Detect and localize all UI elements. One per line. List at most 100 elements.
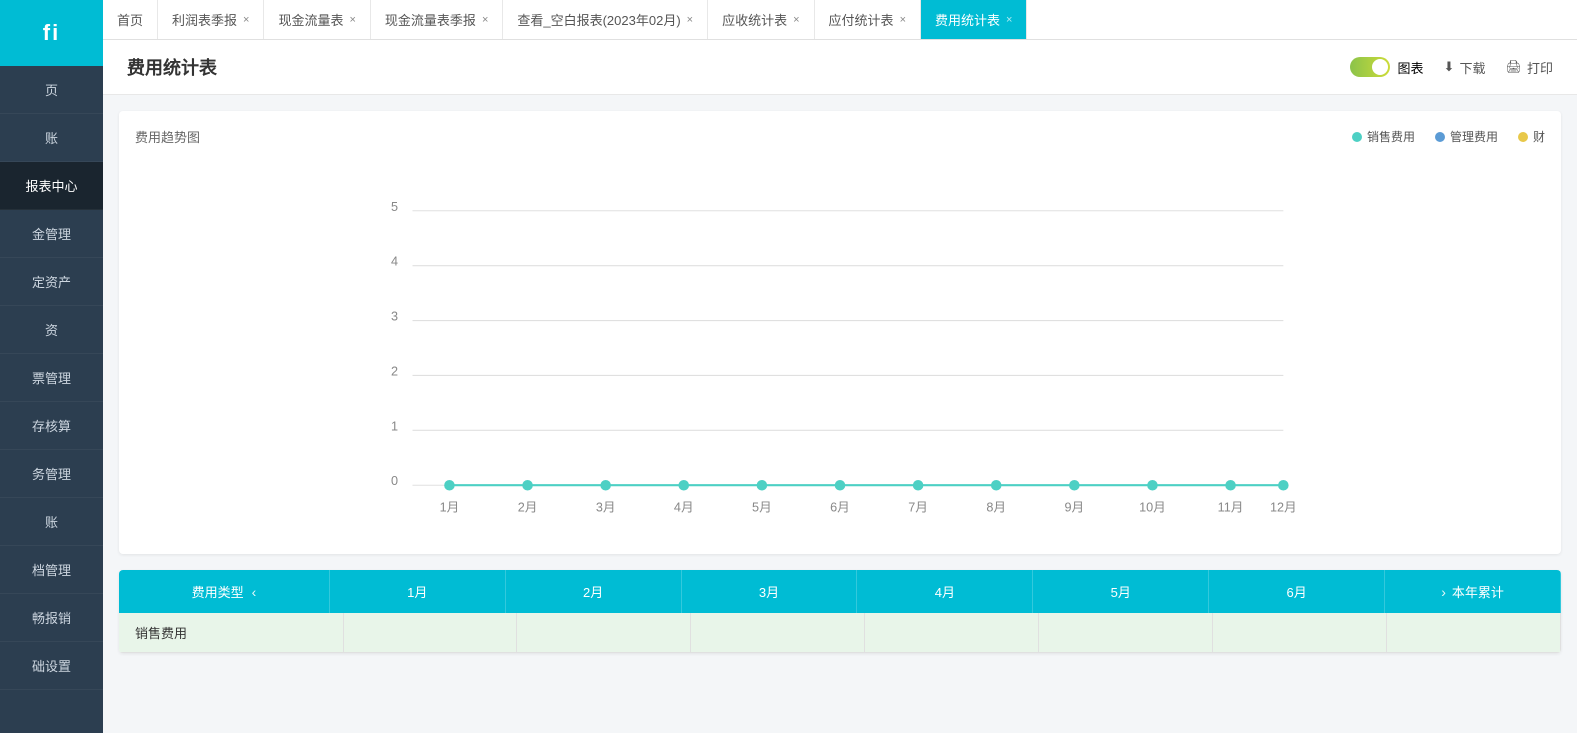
page-content: 费用统计表 图表 ⬇ 下载 🖨 打印 费用趋势图: [103, 40, 1577, 733]
legend-dot-finance: [1518, 132, 1528, 142]
close-icon[interactable]: ×: [1006, 14, 1012, 26]
tab-receivable-label: 应收统计表: [722, 10, 787, 29]
toggle-label: 图表: [1398, 58, 1424, 77]
data-point: [913, 480, 924, 491]
close-icon[interactable]: ×: [687, 14, 693, 26]
tab-blank-report[interactable]: 查看_空白报表(2023年02月) ×: [503, 0, 708, 39]
line-chart-svg: 0 1 2 3 4 5 1月 2月 3月: [135, 158, 1545, 538]
page-header: 费用统计表 图表 ⬇ 下载 🖨 打印: [103, 40, 1577, 95]
legend-management-label: 管理费用: [1450, 128, 1498, 145]
svg-text:0: 0: [391, 474, 398, 488]
close-icon[interactable]: ×: [900, 14, 906, 26]
main-content: 首页 利润表季报 × 现金流量表 × 现金流量表季报 × 查看_空白报表(202…: [103, 0, 1577, 733]
chart-header: 费用趋势图 销售费用 管理费用 财: [135, 127, 1545, 146]
data-point: [679, 480, 690, 491]
download-icon: ⬇: [1444, 59, 1455, 75]
prev-month-button[interactable]: ‹: [252, 584, 257, 600]
chart-toggle[interactable]: [1350, 57, 1390, 77]
td-m5: [1039, 613, 1213, 652]
sidebar-item-ledger[interactable]: 账: [0, 498, 103, 546]
td-m4: [865, 613, 1039, 652]
tab-cashflow[interactable]: 现金流量表 ×: [264, 0, 370, 39]
sidebar-logo: fi: [0, 0, 103, 66]
th-type-label: 费用类型: [192, 582, 244, 601]
data-point: [835, 480, 846, 491]
data-point: [444, 480, 455, 491]
th-m4: 4月: [857, 570, 1033, 613]
legend-sales: 销售费用: [1352, 128, 1415, 145]
tab-blank-report-label: 查看_空白报表(2023年02月): [517, 10, 680, 29]
tab-expense[interactable]: 费用统计表 ×: [921, 0, 1027, 39]
svg-text:10月: 10月: [1139, 501, 1166, 515]
tab-profit[interactable]: 利润表季报 ×: [158, 0, 264, 39]
legend-dot-management: [1435, 132, 1445, 142]
svg-text:7月: 7月: [908, 501, 928, 515]
sidebar-item-invest[interactable]: 资: [0, 306, 103, 354]
legend-finance: 财: [1518, 128, 1545, 145]
tabs-bar: 首页 利润表季报 × 现金流量表 × 现金流量表季报 × 查看_空白报表(202…: [103, 0, 1577, 40]
next-month-button[interactable]: ›: [1441, 584, 1446, 600]
td-m1: [344, 613, 518, 652]
data-point: [600, 480, 611, 491]
svg-text:1月: 1月: [440, 501, 460, 515]
sidebar-item-report[interactable]: 报表中心: [0, 162, 103, 210]
chart-title: 费用趋势图: [135, 127, 200, 146]
svg-text:8月: 8月: [986, 501, 1006, 515]
td-type: 销售费用: [119, 613, 344, 652]
td-ytd: [1387, 613, 1561, 652]
header-actions: 图表 ⬇ 下载 🖨 打印: [1350, 57, 1553, 77]
table-header-row: 费用类型 ‹ 1月 2月 3月 4月 5月 6月 › 本年累计: [119, 570, 1561, 613]
sidebar-item-archive[interactable]: 档管理: [0, 546, 103, 594]
print-label: 打印: [1527, 58, 1553, 77]
tab-payable[interactable]: 应付统计表 ×: [815, 0, 921, 39]
th-type: 费用类型 ‹: [119, 570, 330, 613]
chart-container: 0 1 2 3 4 5 1月 2月 3月: [135, 158, 1545, 538]
page-title: 费用统计表: [127, 54, 217, 80]
svg-text:4月: 4月: [674, 501, 694, 515]
th-m5: 5月: [1033, 570, 1209, 613]
legend-management: 管理费用: [1435, 128, 1498, 145]
sidebar-item-account[interactable]: 账: [0, 114, 103, 162]
svg-text:2月: 2月: [518, 501, 538, 515]
sidebar: fi 页 账 报表中心 金管理 定资产 资 票管理 存核算 务管理 账 档管理 …: [0, 0, 103, 733]
sidebar-item-settings[interactable]: 础设置: [0, 642, 103, 690]
close-icon[interactable]: ×: [243, 14, 249, 26]
tab-cashflow-quarter-label: 现金流量表季报: [385, 10, 476, 29]
svg-text:11月: 11月: [1218, 501, 1244, 515]
th-ytd: › 本年累计: [1385, 570, 1561, 613]
svg-text:4: 4: [391, 255, 398, 269]
print-button[interactable]: 🖨 打印: [1505, 58, 1553, 77]
tab-cashflow-label: 现金流量表: [278, 10, 343, 29]
sidebar-item-inventory[interactable]: 存核算: [0, 402, 103, 450]
data-point: [1069, 480, 1080, 491]
tab-cashflow-quarter[interactable]: 现金流量表季报 ×: [371, 0, 503, 39]
close-icon[interactable]: ×: [482, 14, 488, 26]
sidebar-item-service[interactable]: 务管理: [0, 450, 103, 498]
close-icon[interactable]: ×: [349, 14, 355, 26]
data-point: [522, 480, 533, 491]
th-m6-label: 6月: [1287, 585, 1307, 600]
sidebar-item-invoice[interactable]: 票管理: [0, 354, 103, 402]
svg-text:3月: 3月: [596, 501, 616, 515]
download-button[interactable]: ⬇ 下载: [1444, 58, 1486, 77]
th-m3: 3月: [682, 570, 858, 613]
th-m1: 1月: [330, 570, 506, 613]
table-row: 销售费用: [119, 613, 1561, 653]
tab-profit-label: 利润表季报: [172, 10, 237, 29]
sidebar-item-cancel[interactable]: 畅报销: [0, 594, 103, 642]
sidebar-item-asset[interactable]: 定资产: [0, 258, 103, 306]
legend-dot-sales: [1352, 132, 1362, 142]
svg-text:5月: 5月: [752, 501, 772, 515]
legend-sales-label: 销售费用: [1367, 128, 1415, 145]
sidebar-item-home[interactable]: 页: [0, 66, 103, 114]
chart-legend: 销售费用 管理费用 财: [1352, 128, 1545, 145]
svg-text:3: 3: [391, 310, 398, 324]
svg-text:1: 1: [391, 419, 398, 433]
print-icon: 🖨: [1505, 59, 1522, 75]
sidebar-item-fund[interactable]: 金管理: [0, 210, 103, 258]
tab-receivable[interactable]: 应收统计表 ×: [708, 0, 814, 39]
svg-text:12月: 12月: [1270, 501, 1297, 515]
close-icon[interactable]: ×: [793, 14, 799, 26]
tab-home[interactable]: 首页: [103, 0, 158, 39]
td-m2: [517, 613, 691, 652]
